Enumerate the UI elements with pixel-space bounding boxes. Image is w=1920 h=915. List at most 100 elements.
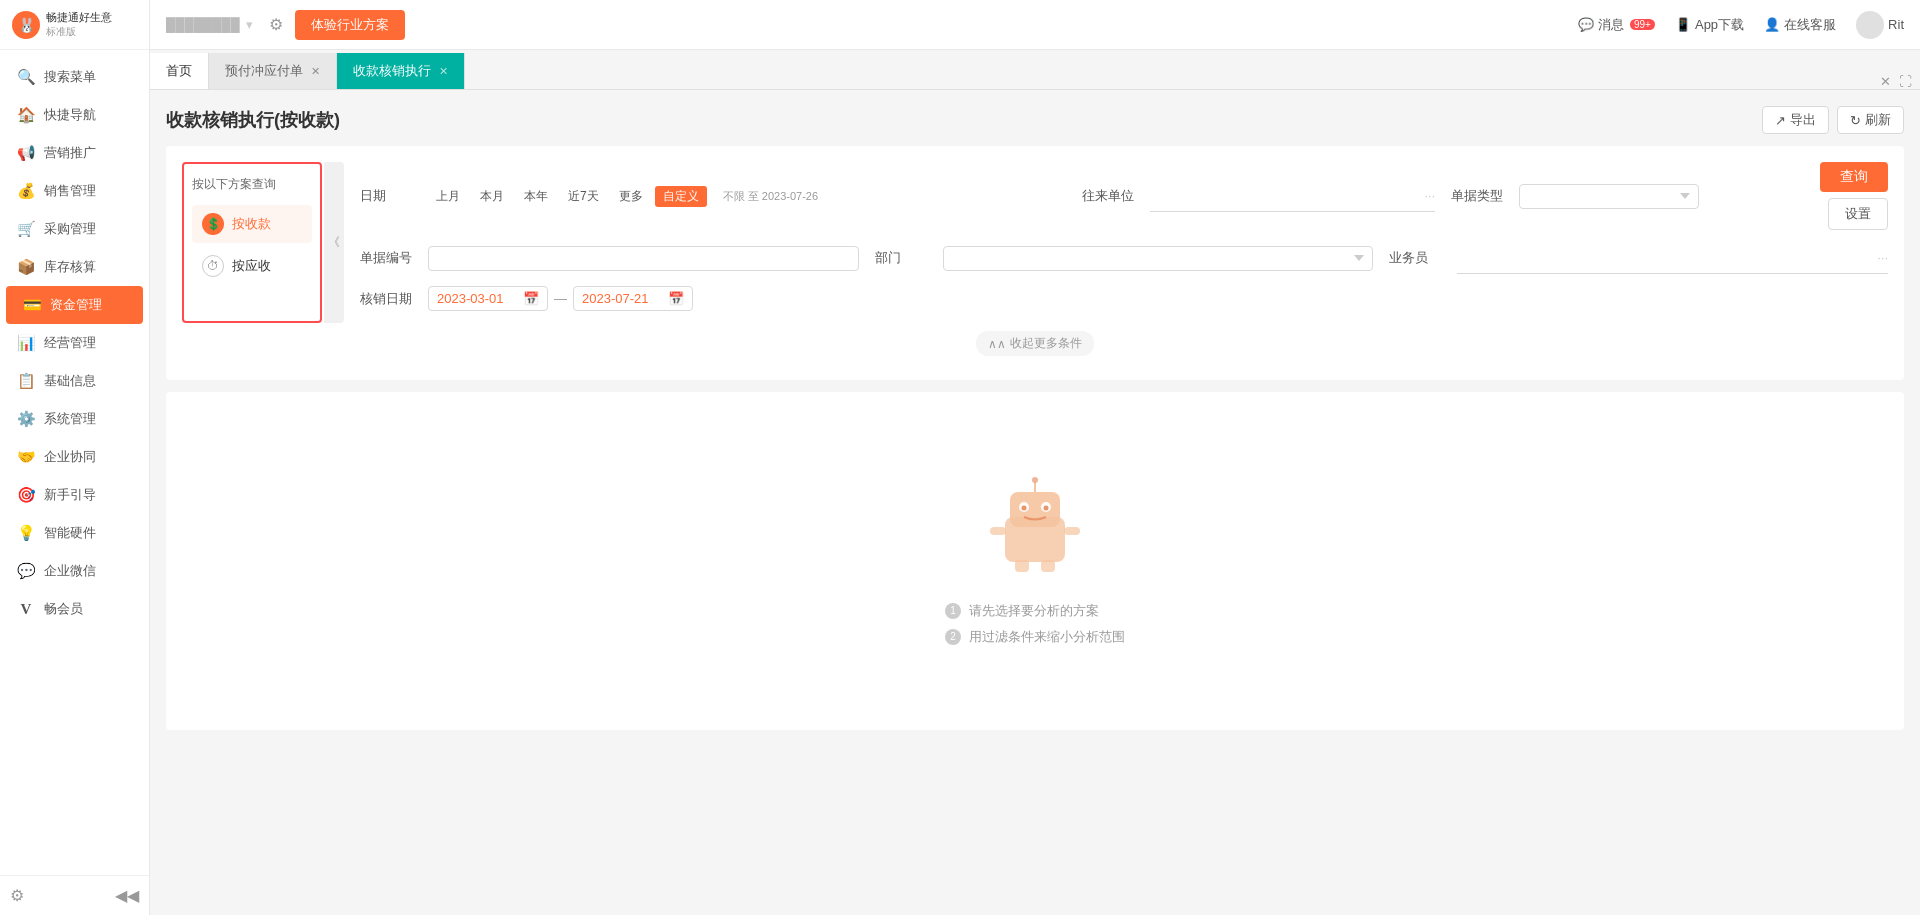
sidebar-item-label: 采购管理 — [44, 220, 96, 238]
settings-bottom-icon[interactable]: ⚙ — [10, 886, 24, 905]
app-label: App下载 — [1695, 16, 1744, 34]
user-name: Rit — [1888, 17, 1904, 32]
topbar-brand-text: ████████ — [166, 17, 240, 32]
sidebar-item-marketing[interactable]: 📢 营销推广 — [0, 134, 149, 172]
sidebar-item-label: 畅会员 — [44, 600, 83, 618]
sidebar-item-system[interactable]: ⚙️ 系统管理 — [0, 400, 149, 438]
home-icon: 🏠 — [16, 106, 36, 124]
date-btn-7days[interactable]: 近7天 — [560, 186, 607, 207]
verify-date-start-input[interactable]: 2023-03-01 📅 — [428, 286, 548, 311]
sidebar-item-hardware[interactable]: 💡 智能硬件 — [0, 514, 149, 552]
date-custom-btn[interactable]: 自定义 — [655, 186, 707, 207]
sidebar-item-purchase[interactable]: 🛒 采购管理 — [0, 210, 149, 248]
sidebar-item-label: 系统管理 — [44, 410, 96, 428]
filter-container: 按以下方案查询 💲 按收款 ⏱ 按应收 《 — [166, 146, 1904, 380]
empty-tip-2: 2 用过滤条件来缩小分析范围 — [945, 624, 1125, 650]
date-btn-more[interactable]: 更多 — [611, 186, 651, 207]
topbar-dropdown-icon[interactable]: ▾ — [246, 17, 253, 32]
collection-option-label: 按收款 — [232, 215, 271, 233]
sidebar-item-vip[interactable]: V 畅会员 — [0, 590, 149, 628]
tab-prepay[interactable]: 预付冲应付单 ✕ — [209, 53, 337, 89]
user-info[interactable]: Rit — [1856, 11, 1904, 39]
topbar-settings-icon[interactable]: ⚙ — [269, 15, 283, 34]
sidebar-item-wechat[interactable]: 💬 企业微信 — [0, 552, 149, 590]
user-avatar — [1856, 11, 1884, 39]
online-service-button[interactable]: 👤 在线客服 — [1764, 16, 1836, 34]
sidebar-item-guide[interactable]: 🎯 新手引导 — [0, 476, 149, 514]
main-content: ████████ ▾ ⚙ 体验行业方案 💬 消息 99+ 📱 App下载 👤 在… — [150, 0, 1920, 915]
message-icon: 💬 — [1578, 17, 1594, 32]
sidebar-item-label: 企业微信 — [44, 562, 96, 580]
tab-prepay-close[interactable]: ✕ — [311, 65, 320, 78]
partner-more-icon[interactable]: ··· — [1424, 188, 1435, 203]
page-title: 收款核销执行(按收款) — [166, 108, 340, 132]
tip-text-2: 用过滤条件来缩小分析范围 — [969, 624, 1125, 650]
voucher-no-input[interactable] — [428, 246, 859, 271]
staff-input-area[interactable]: ··· — [1457, 242, 1888, 274]
collapse-more-button[interactable]: ∧∧ 收起更多条件 — [976, 331, 1094, 356]
dept-label: 部门 — [875, 249, 935, 267]
sidebar-item-label: 经营管理 — [44, 334, 96, 352]
tab-collection[interactable]: 收款核销执行 ✕ — [337, 53, 465, 89]
tab-home[interactable]: 首页 — [150, 53, 209, 89]
close-tab-icon[interactable]: ✕ — [1880, 74, 1891, 89]
verify-date-end-text: 2023-07-21 — [582, 291, 649, 306]
date-btn-last-month[interactable]: 上月 — [428, 186, 468, 207]
form-row-1: 日期 上月 本月 本年 近7天 更多 自定义 不限 至 2023-07-26 — [360, 162, 1888, 230]
tabbar: 首页 预付冲应付单 ✕ 收款核销执行 ✕ ✕ ⛶ — [150, 50, 1920, 90]
query-buttons: 查询 设置 — [1820, 162, 1888, 230]
staff-label: 业务员 — [1389, 249, 1449, 267]
svg-point-4 — [1022, 506, 1027, 511]
voucher-type-select[interactable] — [1519, 184, 1699, 209]
filter-sidebar: 按以下方案查询 💲 按收款 ⏱ 按应收 — [182, 162, 322, 323]
partner-field: 往来单位 ··· — [1082, 180, 1435, 212]
collapse-filter-button[interactable]: 《 — [324, 162, 344, 323]
filter-option-receivable[interactable]: ⏱ 按应收 — [192, 247, 312, 285]
sidebar-item-business[interactable]: 📊 经营管理 — [0, 324, 149, 362]
hardware-icon: 💡 — [16, 524, 36, 542]
dept-select[interactable] — [943, 246, 1374, 271]
query-button[interactable]: 查询 — [1820, 162, 1888, 192]
collapse-more-bar: ∧∧ 收起更多条件 — [182, 331, 1888, 356]
expand-tab-icon[interactable]: ⛶ — [1899, 74, 1912, 89]
svg-rect-1 — [1010, 492, 1060, 527]
sidebar-item-collab[interactable]: 🤝 企业协同 — [0, 438, 149, 476]
sidebar-logo: 🐰 畅捷通好生意 标准版 — [0, 0, 149, 50]
staff-input[interactable] — [1457, 246, 1877, 269]
collapse-sidebar-icon[interactable]: ◀◀ — [115, 886, 139, 905]
empty-state: 1 请先选择要分析的方案 2 用过滤条件来缩小分析范围 — [166, 392, 1904, 730]
receivable-option-label: 按应收 — [232, 257, 271, 275]
date-btn-this-year[interactable]: 本年 — [516, 186, 556, 207]
filter-option-collection[interactable]: 💲 按收款 — [192, 205, 312, 243]
svg-point-5 — [1044, 506, 1049, 511]
sidebar-item-label: 新手引导 — [44, 486, 96, 504]
tip-num-1: 1 — [945, 603, 961, 619]
partner-label: 往来单位 — [1082, 187, 1142, 205]
partner-input[interactable] — [1150, 184, 1420, 207]
message-button[interactable]: 💬 消息 99+ — [1578, 16, 1655, 34]
export-button[interactable]: ↗ 导出 — [1762, 106, 1829, 134]
solution-button[interactable]: 体验行业方案 — [295, 10, 405, 40]
staff-more-icon[interactable]: ··· — [1877, 250, 1888, 265]
wechat-icon: 💬 — [16, 562, 36, 580]
date-btn-this-month[interactable]: 本月 — [472, 186, 512, 207]
sidebar-item-finance[interactable]: 💳 资金管理 — [6, 286, 143, 324]
verify-date-label: 核销日期 — [360, 290, 420, 308]
app-download-button[interactable]: 📱 App下载 — [1675, 16, 1744, 34]
tab-collection-close[interactable]: ✕ — [439, 65, 448, 78]
collapse-more-icon: ∧∧ — [988, 337, 1006, 351]
sidebar-bottom: ⚙ ◀◀ — [0, 875, 149, 915]
sidebar-nav: 🔍 搜索菜单 🏠 快捷导航 📢 营销推广 💰 销售管理 🛒 采购管理 📦 库存核… — [0, 50, 149, 875]
finance-icon: 💳 — [22, 296, 42, 314]
sidebar-item-inventory[interactable]: 📦 库存核算 — [0, 248, 149, 286]
sidebar-item-sales[interactable]: 💰 销售管理 — [0, 172, 149, 210]
collection-option-icon: 💲 — [202, 213, 224, 235]
sidebar-item-search[interactable]: 🔍 搜索菜单 — [0, 58, 149, 96]
sidebar-item-shortcut[interactable]: 🏠 快捷导航 — [0, 96, 149, 134]
partner-input-area[interactable]: ··· — [1150, 180, 1435, 212]
settings-button[interactable]: 设置 — [1828, 198, 1888, 230]
verify-date-end-input[interactable]: 2023-07-21 📅 — [573, 286, 693, 311]
sidebar-item-basic[interactable]: 📋 基础信息 — [0, 362, 149, 400]
refresh-button[interactable]: ↻ 刷新 — [1837, 106, 1904, 134]
service-label: 在线客服 — [1784, 16, 1836, 34]
